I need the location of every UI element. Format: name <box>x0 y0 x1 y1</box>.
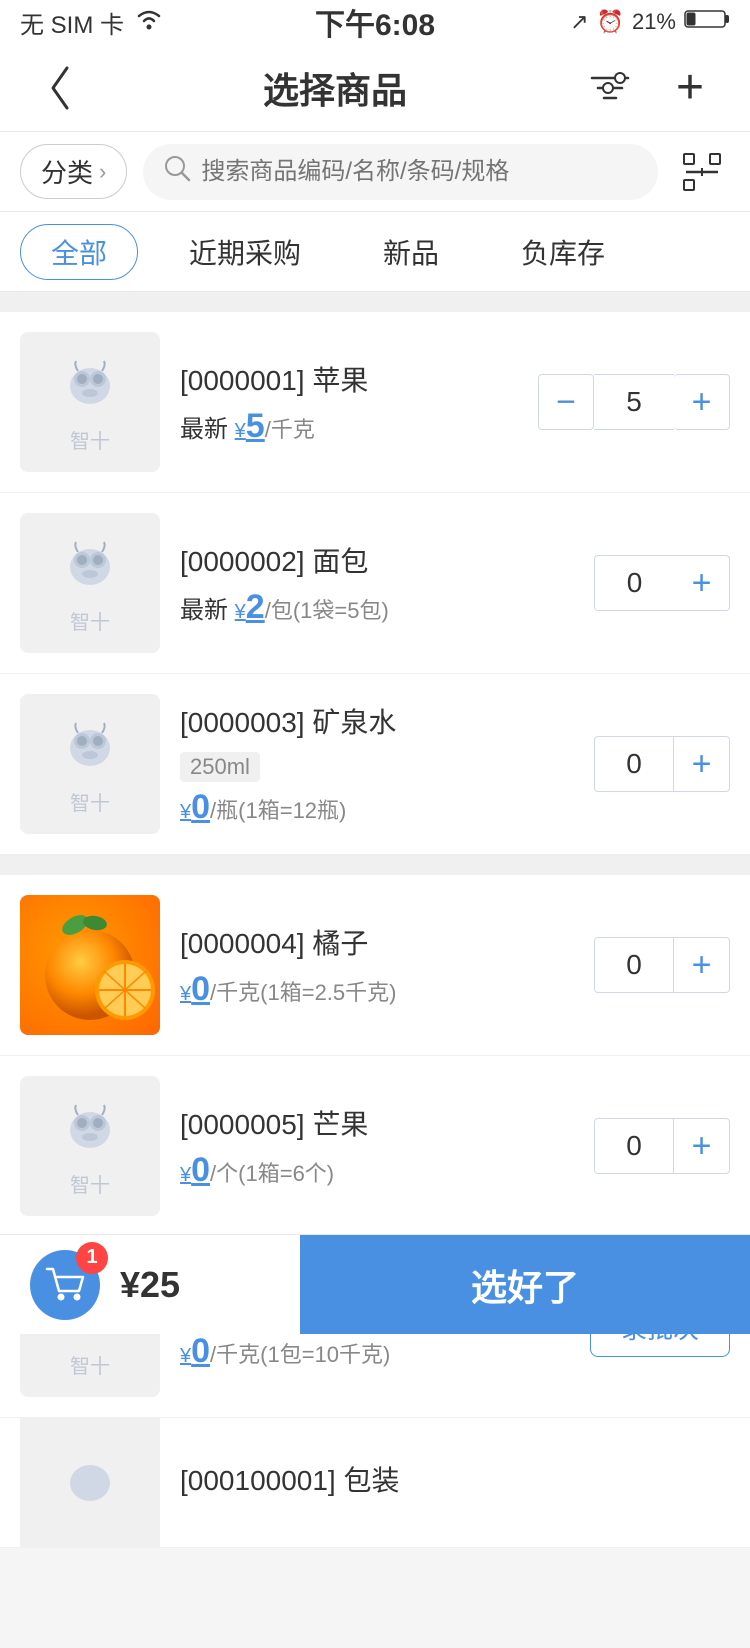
list-item: [000100001] 包装 <box>0 1418 750 1548</box>
brand-label: 智十 <box>70 1350 110 1379</box>
filter-button[interactable] <box>580 58 640 118</box>
add-button[interactable]: + <box>660 58 720 118</box>
tab-negative[interactable]: 负库存 <box>490 224 636 280</box>
brand-owl-icon <box>60 351 120 421</box>
quantity-control: − + <box>538 374 730 430</box>
product-price: ¥0/千克(1包=10千克) <box>180 1332 570 1371</box>
quantity-input[interactable] <box>594 555 674 611</box>
section-divider <box>0 292 750 312</box>
product-info: [0000005] 芒果 ¥0/个(1箱=6个) <box>180 1103 574 1190</box>
alarm-icon: ⏰ <box>597 9 624 35</box>
product-price: 最新 ¥2/包(1袋=5包) <box>180 588 574 627</box>
nav-bar: 选择商品 + <box>0 44 750 132</box>
tab-all[interactable]: 全部 <box>20 224 138 280</box>
search-icon <box>163 154 191 189</box>
product-thumbnail: 智十 <box>20 694 160 834</box>
brand-label: 智十 <box>70 606 110 635</box>
wifi-icon <box>134 8 164 37</box>
product-info: [0000003] 矿泉水 250ml ¥0/瓶(1箱=12瓶) <box>180 701 574 827</box>
quantity-input[interactable] <box>594 1118 674 1174</box>
product-price: 最新 ¥5/千克 <box>180 407 518 446</box>
product-price: ¥0/瓶(1箱=12瓶) <box>180 788 574 827</box>
quantity-control: + <box>594 736 730 792</box>
quantity-increase-button[interactable]: + <box>674 937 730 993</box>
battery-icon <box>684 8 730 36</box>
nav-actions: + <box>580 58 720 118</box>
list-item: 智十 [0000005] 芒果 ¥0/个(1箱=6个) + <box>0 1056 750 1237</box>
brand-owl-icon <box>60 532 120 602</box>
status-left: 无 SIM 卡 <box>20 5 164 40</box>
quantity-increase-button[interactable]: + <box>674 374 730 430</box>
quantity-control: + <box>594 937 730 993</box>
confirm-button[interactable]: 选好了 <box>300 1235 750 1334</box>
category-label: 分类 <box>41 153 93 190</box>
status-right: ↗ ⏰ 21% <box>570 8 730 36</box>
tab-new[interactable]: 新品 <box>352 224 470 280</box>
tab-row: 全部 近期采购 新品 负库存 <box>0 212 750 292</box>
product-thumbnail <box>20 895 160 1035</box>
quantity-control: + <box>594 555 730 611</box>
section-divider-2 <box>0 855 750 875</box>
page-title: 选择商品 <box>263 62 407 114</box>
bottom-bar: 1 ¥25 选好了 <box>0 1234 750 1334</box>
brand-owl-icon <box>60 713 120 783</box>
quantity-increase-button[interactable]: + <box>674 1118 730 1174</box>
product-info: [0000001] 苹果 最新 ¥5/千克 <box>180 359 518 446</box>
quantity-decrease-button[interactable]: − <box>538 374 594 430</box>
product-price: ¥0/千克(1箱=2.5千克) <box>180 970 574 1009</box>
quantity-increase-button[interactable]: + <box>674 736 730 792</box>
status-time: 下午6:08 <box>315 0 435 44</box>
product-thumbnail: 智十 <box>20 1076 160 1216</box>
product-price: ¥0/个(1箱=6个) <box>180 1151 574 1190</box>
cart-icon-wrap[interactable]: 1 <box>30 1250 100 1320</box>
product-name: [0000003] 矿泉水 <box>180 701 574 741</box>
product-info: [0000002] 面包 最新 ¥2/包(1袋=5包) <box>180 540 574 627</box>
list-item: 智十 [0000003] 矿泉水 250ml ¥0/瓶(1箱=12瓶) + <box>0 674 750 855</box>
product-thumbnail <box>20 1418 160 1548</box>
brand-label: 智十 <box>70 787 110 816</box>
cart-badge: 1 <box>76 1242 108 1274</box>
search-box <box>143 144 658 200</box>
product-thumbnail: 智十 <box>20 332 160 472</box>
quantity-input[interactable] <box>594 374 674 430</box>
brand-label: 智十 <box>70 1169 110 1198</box>
cart-total: ¥25 <box>120 1264 180 1306</box>
quantity-input[interactable] <box>594 937 674 993</box>
quantity-input[interactable] <box>594 736 674 792</box>
search-input[interactable] <box>201 158 638 186</box>
product-name: [0000001] 苹果 <box>180 359 518 399</box>
product-list: 智十 [0000001] 苹果 最新 ¥5/千克 − + <box>0 312 750 1548</box>
quantity-control: + <box>594 1118 730 1174</box>
quantity-increase-button[interactable]: + <box>674 555 730 611</box>
product-info: [0000004] 橘子 ¥0/千克(1箱=2.5千克) <box>180 922 574 1009</box>
product-name: [000100001] 包装 <box>180 1459 730 1499</box>
status-bar: 无 SIM 卡 下午6:08 ↗ ⏰ 21% <box>0 0 750 44</box>
product-name: [0000002] 面包 <box>180 540 574 580</box>
product-name: [0000004] 橘子 <box>180 922 574 962</box>
back-button[interactable] <box>30 58 90 118</box>
product-thumbnail: 智十 <box>20 513 160 653</box>
list-item: 智十 [0000001] 苹果 最新 ¥5/千克 − + <box>0 312 750 493</box>
filter-row: 分类 › <box>0 132 750 212</box>
carrier-label: 无 SIM 卡 <box>20 5 124 40</box>
brand-label: 智十 <box>70 425 110 454</box>
product-name: [0000005] 芒果 <box>180 1103 574 1143</box>
cart-area: 1 ¥25 <box>0 1235 300 1334</box>
list-item: [0000004] 橘子 ¥0/千克(1箱=2.5千克) + <box>0 875 750 1056</box>
product-spec: 250ml <box>180 752 260 782</box>
scan-button[interactable] <box>674 144 730 200</box>
tab-recent[interactable]: 近期采购 <box>158 224 332 280</box>
category-button[interactable]: 分类 › <box>20 144 127 199</box>
chevron-right-icon: › <box>99 159 106 185</box>
battery-label: 21% <box>632 9 676 35</box>
brand-owl-icon <box>60 1095 120 1165</box>
brand-owl-icon <box>60 1448 120 1518</box>
product-info: [000100001] 包装 <box>180 1459 730 1507</box>
list-item: 智十 [0000002] 面包 最新 ¥2/包(1袋=5包) + <box>0 493 750 674</box>
location-icon: ↗ <box>570 9 588 35</box>
